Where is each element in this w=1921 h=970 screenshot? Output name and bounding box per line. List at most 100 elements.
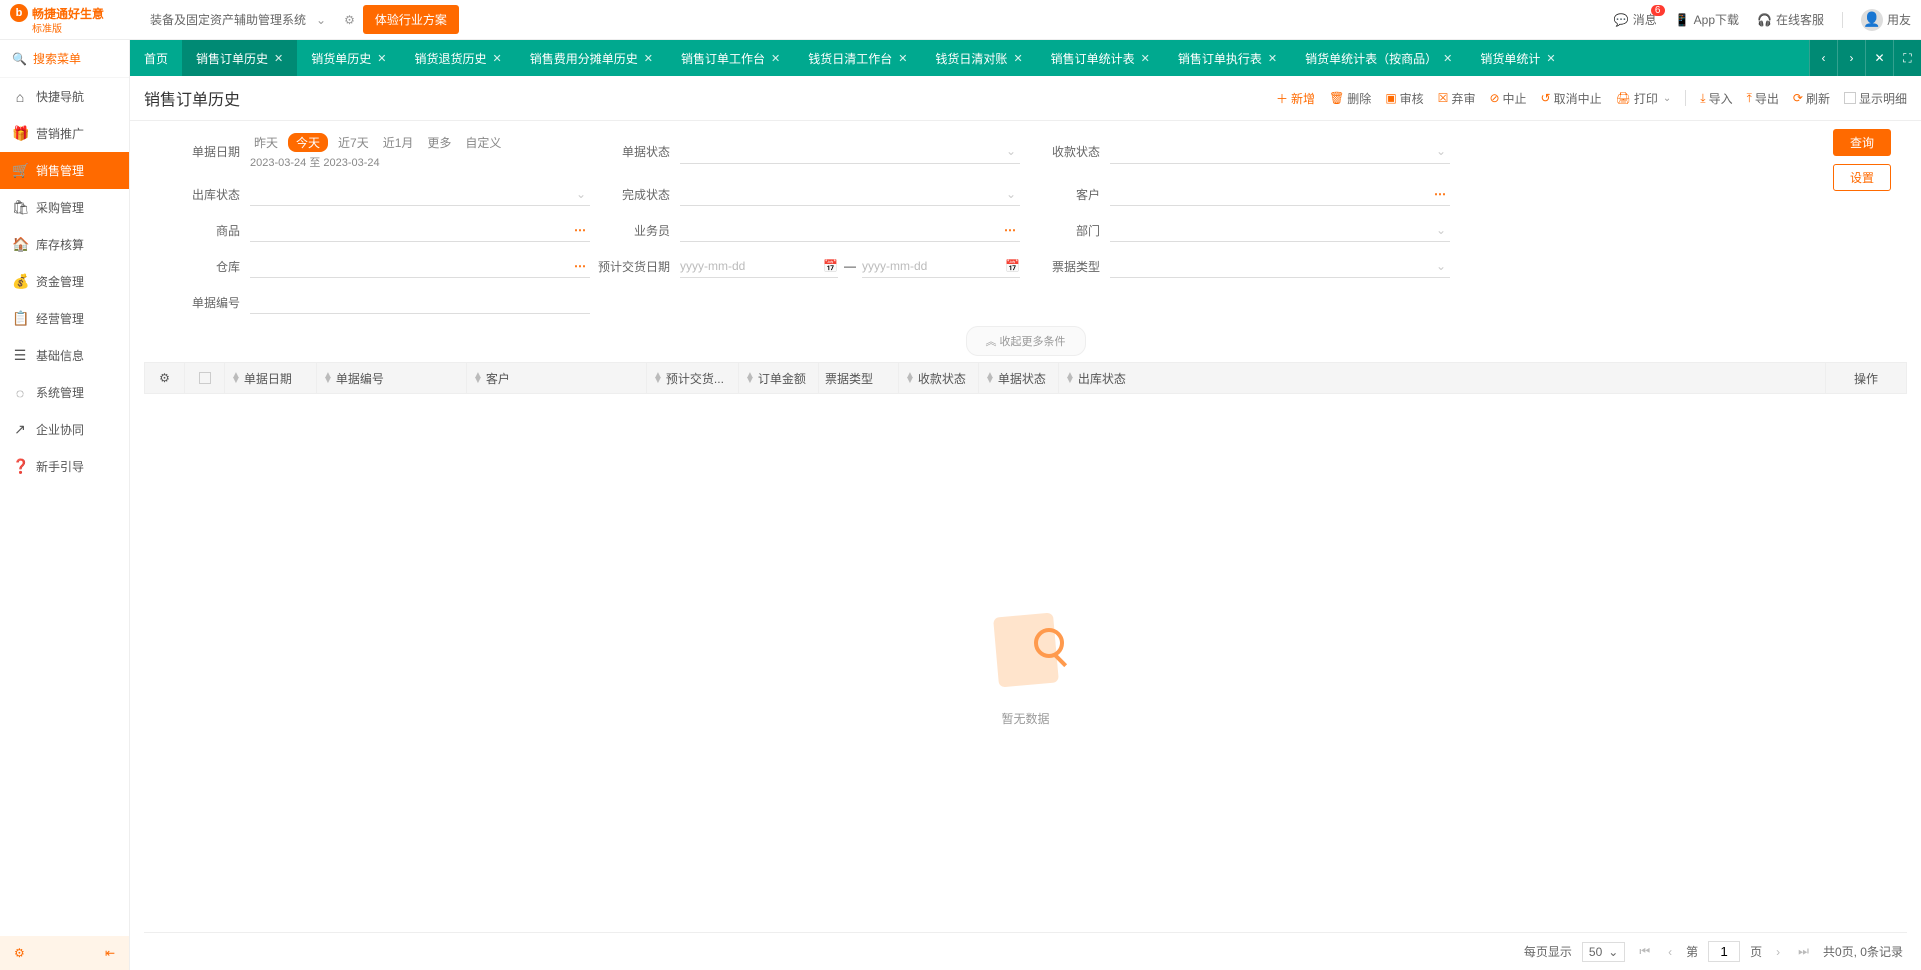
tabs-scroll-right[interactable]: › <box>1837 40 1865 76</box>
tab-2[interactable]: 销货退货历史✕ <box>400 40 515 76</box>
print-button[interactable]: 🖨打印⌄ <box>1616 90 1672 107</box>
tab-4[interactable]: 销售订单工作台✕ <box>667 40 794 76</box>
input-pay[interactable]: ⌄ <box>1110 140 1450 164</box>
seg-1m[interactable]: 近1月 <box>379 133 418 152</box>
input-ticket[interactable]: ⌄ <box>1110 254 1450 278</box>
delete-button[interactable]: 🗑删除 <box>1329 90 1371 107</box>
messages-button[interactable]: 💬 消息 6 <box>1614 11 1657 28</box>
seg-yesterday[interactable]: 昨天 <box>250 133 282 152</box>
tab-home[interactable]: 首页 <box>130 40 182 76</box>
input-cust[interactable]: ⋯ <box>1110 182 1450 206</box>
th-out[interactable]: ▲▼出库状态 <box>1059 363 1826 393</box>
input-wh[interactable]: ⋯ <box>250 254 590 278</box>
tab-10[interactable]: 销货单统计✕ <box>1466 40 1569 76</box>
discard-button[interactable]: ☒弃审 <box>1438 90 1476 107</box>
input-no[interactable] <box>250 290 590 314</box>
page-next[interactable]: › <box>1772 945 1784 959</box>
tab-1[interactable]: 销货单历史✕ <box>297 40 400 76</box>
page-last[interactable]: ⏭ <box>1794 944 1813 959</box>
tab-5[interactable]: 钱货日清工作台✕ <box>794 40 921 76</box>
tab-3[interactable]: 销售费用分摊单历史✕ <box>516 40 667 76</box>
service-button[interactable]: 🎧 在线客服 <box>1757 11 1824 28</box>
fullscreen-icon[interactable]: ⛶ <box>1893 40 1921 76</box>
seg-today[interactable]: 今天 <box>288 133 328 152</box>
close-icon[interactable]: ✕ <box>1141 52 1150 65</box>
sidebar-item-5[interactable]: 💰资金管理 <box>0 263 129 300</box>
export-button[interactable]: ⤒导出 <box>1747 90 1779 107</box>
input-deliv-from[interactable]: yyyy-mm-dd📅 <box>680 254 838 278</box>
sidebar-item-4[interactable]: 🏠库存核算 <box>0 226 129 263</box>
input-biz[interactable]: ⋯ <box>680 218 1020 242</box>
close-icon[interactable]: ✕ <box>1013 52 1022 65</box>
close-icon[interactable]: ✕ <box>771 52 780 65</box>
input-dept[interactable]: ⌄ <box>1110 218 1450 242</box>
close-icon[interactable]: ✕ <box>898 52 907 65</box>
seg-7d[interactable]: 近7天 <box>334 133 373 152</box>
tab-0[interactable]: 销售订单历史✕ <box>182 40 297 76</box>
tabs-scroll-left[interactable]: ‹ <box>1809 40 1837 76</box>
th-ticket[interactable]: 票据类型 <box>819 363 899 393</box>
th-checkbox[interactable] <box>185 363 225 393</box>
tab-6[interactable]: 钱货日清对账✕ <box>921 40 1036 76</box>
tab-7[interactable]: 销售订单统计表✕ <box>1037 40 1164 76</box>
page-input[interactable] <box>1708 941 1740 962</box>
sidebar-item-3[interactable]: 🛍采购管理 <box>0 189 129 226</box>
sidebar-item-10[interactable]: ❓新手引导 <box>0 448 129 485</box>
page-first[interactable]: ⏮ <box>1635 944 1654 959</box>
th-status[interactable]: ▲▼单据状态 <box>979 363 1059 393</box>
collapse-filter-button[interactable]: ︽ 收起更多条件 <box>966 326 1086 356</box>
settings-button[interactable]: 设置 <box>1833 164 1891 191</box>
user-menu[interactable]: 👤 用友 <box>1861 9 1911 31</box>
stop-button[interactable]: ⊘中止 <box>1489 90 1526 107</box>
page-prev[interactable]: ‹ <box>1664 945 1676 959</box>
refresh-button[interactable]: ⟳刷新 <box>1793 90 1830 107</box>
sidebar-item-2[interactable]: 🛒销售管理 <box>0 152 129 189</box>
tab-9[interactable]: 销货单统计表（按商品）✕ <box>1291 40 1466 76</box>
input-out[interactable]: ⌄ <box>250 182 590 206</box>
input-done[interactable]: ⌄ <box>680 182 1020 206</box>
close-icon[interactable]: ✕ <box>644 52 653 65</box>
sidebar-item-label: 基础信息 <box>36 347 84 364</box>
sidebar-item-7[interactable]: ☰ 基础信息 <box>0 337 129 374</box>
close-icon[interactable]: ✕ <box>377 52 386 65</box>
th-gear[interactable]: ⚙ <box>145 363 185 393</box>
sidebar-search[interactable]: 🔍 搜索菜单 <box>0 40 129 78</box>
settings-icon[interactable]: ⚙ <box>14 946 25 960</box>
unstop-button[interactable]: ↺取消中止 <box>1541 90 1602 107</box>
import-button[interactable]: ⤓导入 <box>1700 90 1732 107</box>
close-icon[interactable]: ✕ <box>1443 52 1452 65</box>
input-status[interactable]: ⌄ <box>680 140 1020 164</box>
seg-more[interactable]: 更多 <box>423 133 455 152</box>
system-selector[interactable]: 装备及固定资产辅助管理系统 ⌄ <box>150 11 336 28</box>
th-amt[interactable]: ▲▼订单金额 <box>739 363 819 393</box>
audit-button[interactable]: ▣审核 <box>1385 90 1423 107</box>
show-detail-toggle[interactable]: 显示明细 <box>1844 90 1907 107</box>
query-button[interactable]: 查询 <box>1833 129 1891 156</box>
tab-8[interactable]: 销售订单执行表✕ <box>1164 40 1291 76</box>
th-deliv[interactable]: ▲▼预计交货... <box>647 363 739 393</box>
industry-cta-button[interactable]: 体验行业方案 <box>363 5 459 34</box>
sidebar-item-8[interactable]: ◌系统管理 <box>0 374 129 411</box>
th-date[interactable]: ▲▼单据日期 <box>225 363 317 393</box>
gear-icon[interactable]: ⚙ <box>344 13 355 27</box>
sidebar-item-9[interactable]: ↗企业协同 <box>0 411 129 448</box>
close-icon[interactable]: ✕ <box>1268 52 1277 65</box>
th-pay[interactable]: ▲▼收款状态 <box>899 363 979 393</box>
close-icon[interactable]: ✕ <box>493 52 502 65</box>
th-no[interactable]: ▲▼单据编号 <box>317 363 467 393</box>
sidebar-item-icon: ☰ <box>12 347 28 364</box>
page-size-select[interactable]: 50⌄ <box>1582 942 1625 962</box>
sidebar-item-1[interactable]: 🎁营销推广 <box>0 115 129 152</box>
download-button[interactable]: 📱 App下载 <box>1675 11 1739 28</box>
close-icon[interactable]: ✕ <box>274 52 283 65</box>
sidebar-item-0[interactable]: ⌂快捷导航 <box>0 78 129 115</box>
collapse-sidebar-icon[interactable]: ⇤ <box>105 946 115 960</box>
th-cust[interactable]: ▲▼客户 <box>467 363 647 393</box>
close-icon[interactable]: ✕ <box>1546 52 1555 65</box>
input-prod[interactable]: ⋯ <box>250 218 590 242</box>
tabs-close-all[interactable]: ✕ <box>1865 40 1893 76</box>
seg-custom[interactable]: 自定义 <box>461 133 505 152</box>
add-button[interactable]: ＋新增 <box>1276 90 1315 107</box>
input-deliv-to[interactable]: yyyy-mm-dd📅 <box>862 254 1020 278</box>
sidebar-item-6[interactable]: 📋经营管理 <box>0 300 129 337</box>
